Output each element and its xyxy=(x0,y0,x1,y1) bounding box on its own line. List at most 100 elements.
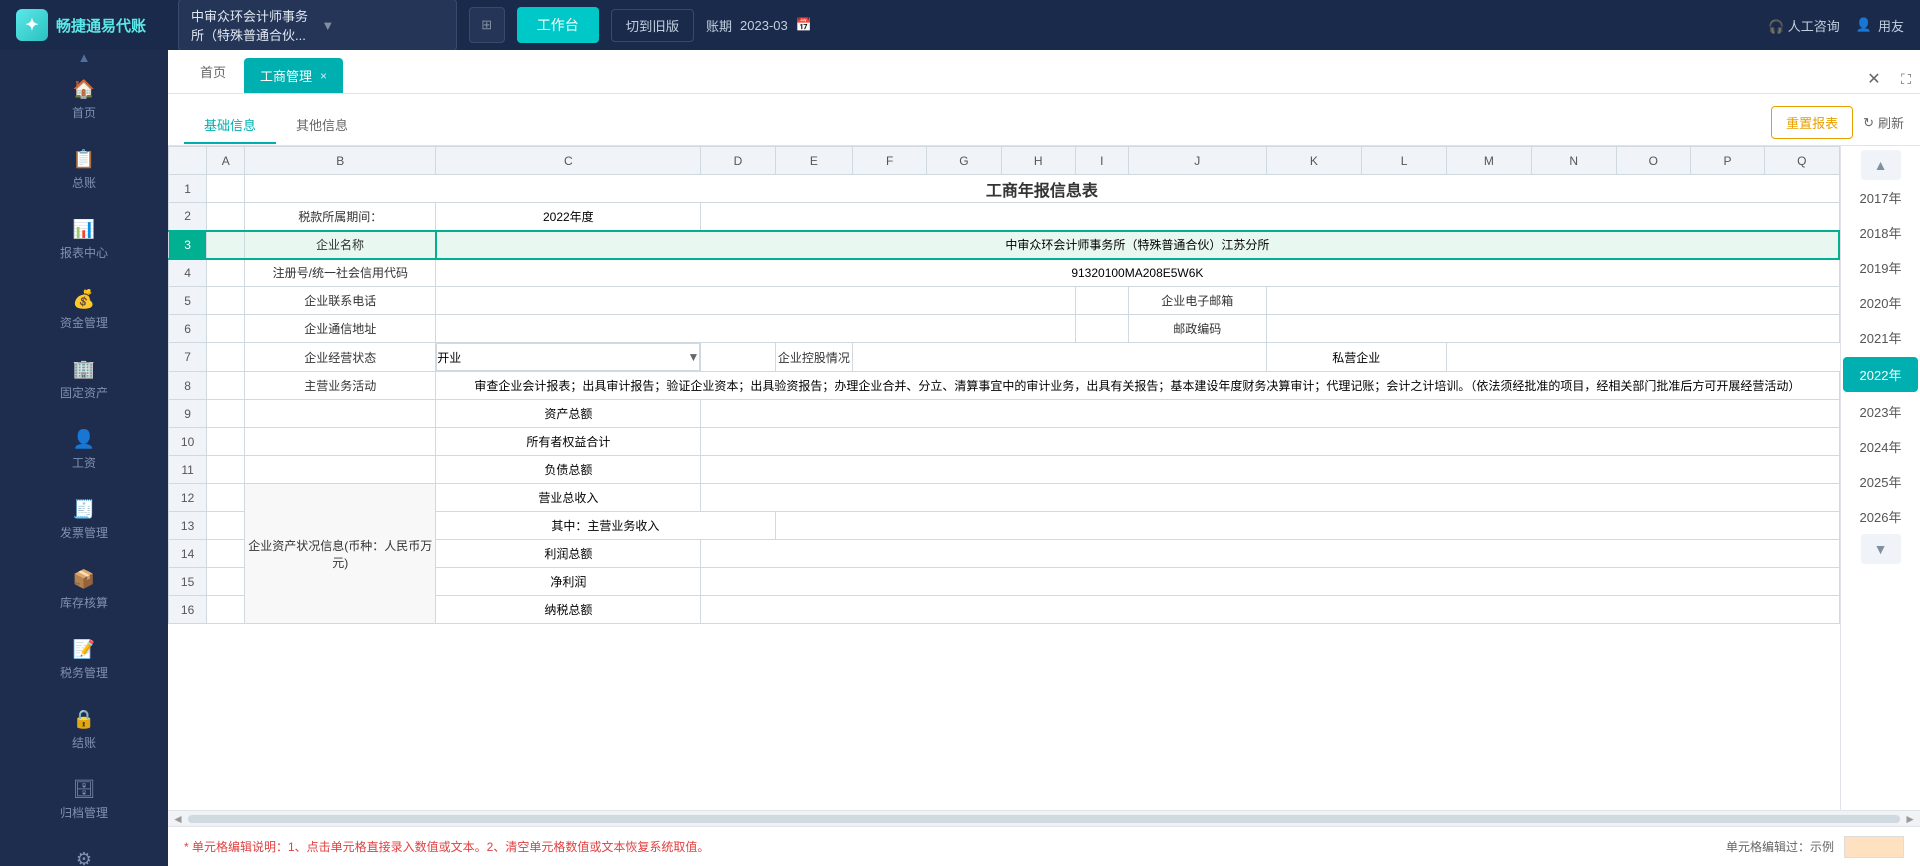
year-2019[interactable]: 2019年 xyxy=(1841,250,1920,285)
year-2025[interactable]: 2025年 xyxy=(1841,464,1920,499)
sidebar-item-report[interactable]: 📊 报表中心 xyxy=(0,205,168,275)
col-header-g[interactable]: G xyxy=(927,147,1001,175)
window-close-btn[interactable]: ✕ xyxy=(1860,65,1888,93)
year-2022[interactable]: 2022年 xyxy=(1843,357,1918,392)
cell-7k[interactable] xyxy=(853,343,1267,372)
cell-6a[interactable] xyxy=(207,315,245,343)
cell-6j[interactable]: 邮政编码 xyxy=(1128,315,1266,343)
sidebar-item-archive[interactable]: 🗄 归档管理 xyxy=(0,765,168,835)
cell-10a[interactable] xyxy=(207,428,245,456)
cell-3b[interactable]: 企业名称 xyxy=(245,231,436,259)
cell-7c[interactable]: 开业▼ xyxy=(436,343,700,371)
cell-14a[interactable] xyxy=(207,540,245,568)
col-header-h[interactable]: H xyxy=(1001,147,1075,175)
sidebar-item-salary[interactable]: 👤 工资 xyxy=(0,415,168,485)
old-version-button[interactable]: 切到旧版 xyxy=(611,9,694,42)
workbench-button[interactable]: 工作台 xyxy=(517,7,599,43)
ai-consult[interactable]: 🎧 人工咨询 xyxy=(1768,16,1840,35)
col-header-a[interactable]: A xyxy=(207,147,245,175)
cell-16c[interactable]: 纳税总额 xyxy=(436,596,701,624)
cell-10d[interactable] xyxy=(701,428,1839,456)
cell-4b[interactable]: 注册号/统一社会信用代码 xyxy=(245,259,436,287)
cell-10c[interactable]: 所有者权益合计 xyxy=(436,428,701,456)
col-header-n[interactable]: N xyxy=(1531,147,1616,175)
sidebar-item-close[interactable]: 🔒 结账 xyxy=(0,695,168,765)
year-2026[interactable]: 2026年 xyxy=(1841,499,1920,534)
cell-6k[interactable] xyxy=(1266,315,1839,343)
sidebar-scroll-up[interactable]: ▲ xyxy=(0,50,168,65)
cell-11c[interactable]: 负债总额 xyxy=(436,456,701,484)
cell-9c[interactable]: 资产总额 xyxy=(436,400,701,428)
col-header-p[interactable]: P xyxy=(1690,147,1764,175)
col-header-c[interactable]: C xyxy=(436,147,701,175)
year-2018[interactable]: 2018年 xyxy=(1841,215,1920,250)
year-scroll-up[interactable]: ▲ xyxy=(1861,150,1901,180)
cell-5b[interactable]: 企业联系电话 xyxy=(245,287,436,315)
reset-report-button[interactable]: 重置报表 xyxy=(1771,106,1853,139)
cell-9b[interactable] xyxy=(245,400,436,428)
cell-12c[interactable]: 营业总收入 xyxy=(436,484,701,512)
cell-13e[interactable] xyxy=(775,512,1839,540)
cell-16a[interactable] xyxy=(207,596,245,624)
cell-11b[interactable] xyxy=(245,456,436,484)
cell-13d[interactable]: 其中：主营业务收入 xyxy=(436,512,775,540)
cell-7b[interactable]: 企业经营状态 xyxy=(245,343,436,372)
tab-basic-info[interactable]: 基础信息 xyxy=(184,107,276,144)
tab-home[interactable]: 首页 xyxy=(184,52,242,93)
cell-6b[interactable]: 企业通信地址 xyxy=(245,315,436,343)
cell-2b[interactable]: 税款所属期间： xyxy=(245,203,436,231)
cell-5i[interactable] xyxy=(1075,287,1128,315)
sidebar-item-settings[interactable]: ⚙ 设置 xyxy=(0,835,168,866)
cell-7j[interactable]: 企业控股情况 xyxy=(775,343,852,372)
cell-2a[interactable] xyxy=(207,203,245,231)
cell-11a[interactable] xyxy=(207,456,245,484)
refresh-button[interactable]: ↻ 刷新 xyxy=(1863,113,1904,132)
col-header-f[interactable]: F xyxy=(853,147,927,175)
cell-8b[interactable]: 主营业务活动 xyxy=(245,372,436,400)
col-header-l[interactable]: L xyxy=(1362,147,1447,175)
col-header-q[interactable]: Q xyxy=(1765,147,1839,175)
tab-close-btn[interactable]: × xyxy=(320,69,327,83)
cell-9d[interactable] xyxy=(701,400,1839,428)
cell-5k[interactable] xyxy=(1266,287,1839,315)
sidebar-item-home[interactable]: 🏠 首页 xyxy=(0,65,168,135)
col-header-k[interactable]: K xyxy=(1266,147,1361,175)
year-2023[interactable]: 2023年 xyxy=(1841,394,1920,429)
col-header-b[interactable]: B xyxy=(245,147,436,175)
cell-6i[interactable] xyxy=(1075,315,1128,343)
cell-13a[interactable] xyxy=(207,512,245,540)
col-header-e[interactable]: E xyxy=(775,147,852,175)
company-icon-btn[interactable]: ⊞ xyxy=(469,7,505,43)
cell-3a[interactable] xyxy=(207,231,245,259)
sidebar-item-fund[interactable]: 💰 资金管理 xyxy=(0,275,168,345)
year-scroll-down[interactable]: ▼ xyxy=(1861,534,1901,564)
cell-8c[interactable]: 审查企业会计报表；出具审计报告；验证企业资本；出具验资报告；办理企业合并、分立、… xyxy=(436,372,1839,400)
col-header-m[interactable]: M xyxy=(1446,147,1531,175)
cell-7p[interactable]: 私营企业 xyxy=(1266,343,1446,372)
cell-12d[interactable] xyxy=(701,484,1839,512)
window-expand-btn[interactable]: ⛶ xyxy=(1892,65,1920,93)
cell-10b[interactable] xyxy=(245,428,436,456)
cell-4a[interactable] xyxy=(207,259,245,287)
cell-8a[interactable] xyxy=(207,372,245,400)
calendar-icon[interactable]: 📅 xyxy=(796,17,812,33)
h-scroll-thumb[interactable] xyxy=(188,815,1900,823)
company-selector[interactable]: 中审众环会计师事务所（特殊普通合伙... ▼ xyxy=(178,0,457,51)
col-header-j[interactable]: J xyxy=(1128,147,1266,175)
cell-5a[interactable] xyxy=(207,287,245,315)
col-header-d[interactable]: D xyxy=(701,147,775,175)
tab-other-info[interactable]: 其他信息 xyxy=(276,107,368,144)
horizontal-scrollbar[interactable]: ◄ ► xyxy=(168,810,1920,826)
year-2020[interactable]: 2020年 xyxy=(1841,285,1920,320)
cell-15c[interactable]: 净利润 xyxy=(436,568,701,596)
cell-16d[interactable] xyxy=(701,596,1839,624)
cell-1a[interactable] xyxy=(207,175,245,203)
cell-7a[interactable] xyxy=(207,343,245,372)
cell-11d[interactable] xyxy=(701,456,1839,484)
cell-12a[interactable] xyxy=(207,484,245,512)
cell-9a[interactable] xyxy=(207,400,245,428)
sidebar-item-tax[interactable]: 📝 税务管理 xyxy=(0,625,168,695)
cell-6c[interactable] xyxy=(436,315,1076,343)
cell-15d[interactable] xyxy=(701,568,1839,596)
year-2017[interactable]: 2017年 xyxy=(1841,180,1920,215)
